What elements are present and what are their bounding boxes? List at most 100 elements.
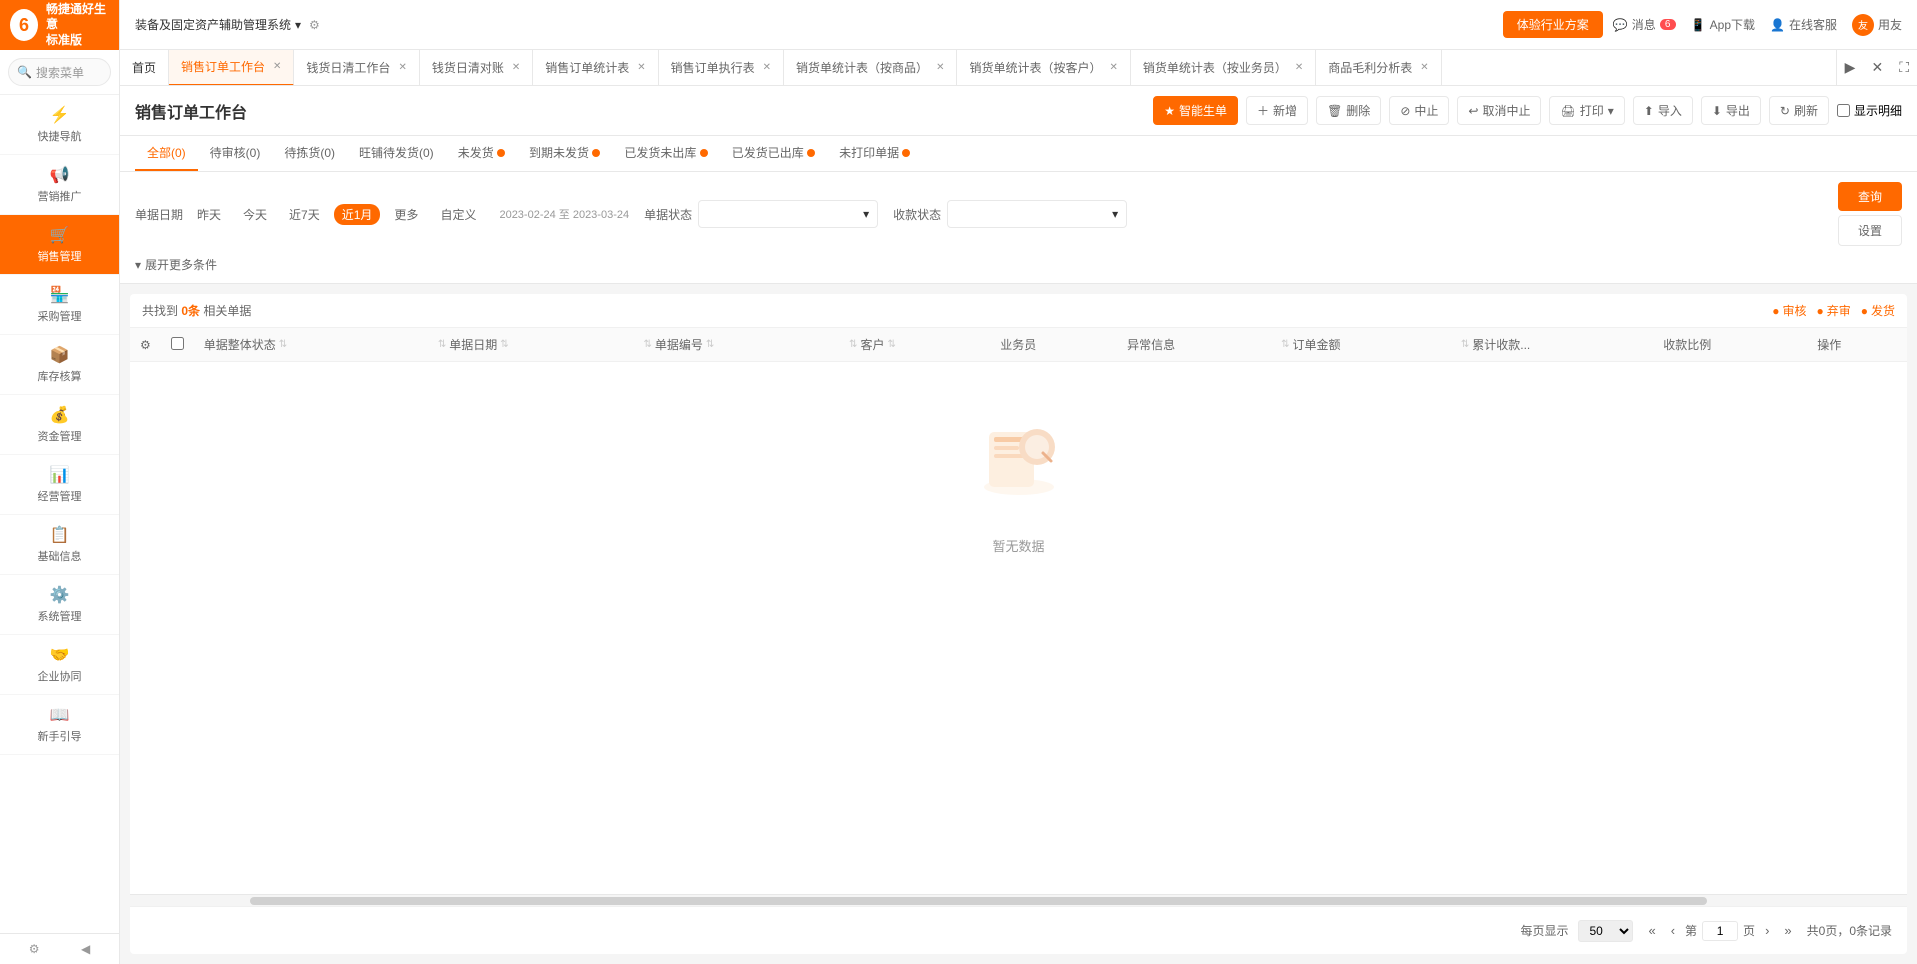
sidebar-item-basic-info[interactable]: 📋 基础信息 bbox=[0, 515, 119, 575]
tab-sales-summary-cust[interactable]: 销货单统计表（按客户） ✕ bbox=[957, 50, 1130, 86]
first-page-button[interactable]: « bbox=[1643, 921, 1660, 940]
status-select[interactable]: ▾ bbox=[698, 200, 878, 228]
sidebar-item-sales[interactable]: 🛒 销售管理 bbox=[0, 215, 119, 275]
sub-tab-shipped-out[interactable]: 已发货已出库 bbox=[720, 136, 827, 171]
tab-close-sales-exec[interactable]: ✕ bbox=[763, 62, 771, 73]
tab-sales-summary-prod[interactable]: 销货单统计表（按商品） ✕ bbox=[784, 50, 957, 86]
next-page-button[interactable]: › bbox=[1760, 921, 1774, 940]
refresh-button[interactable]: ↻ 刷新 bbox=[1769, 96, 1829, 125]
cancel-stop-button[interactable]: ↩ 取消中止 bbox=[1457, 96, 1541, 125]
sub-tab-pending-review[interactable]: 待审核(0) bbox=[198, 136, 273, 171]
sidebar-item-finance[interactable]: 💰 资金管理 bbox=[0, 395, 119, 455]
sidebar-footer: ⚙ ◀ bbox=[0, 933, 119, 964]
export-button[interactable]: ⬇ 导出 bbox=[1701, 96, 1761, 125]
sub-tab-pending-pickup[interactable]: 待拣货(0) bbox=[272, 136, 347, 171]
ship-action-button[interactable]: ● 发货 bbox=[1861, 302, 1895, 319]
date-btn-7days[interactable]: 近7天 bbox=[281, 204, 328, 225]
tab-close-sales-summary-cust[interactable]: ✕ bbox=[1109, 62, 1117, 73]
collapse-button[interactable]: ◀ bbox=[81, 942, 90, 956]
expand-filters-button[interactable]: ▾ 展开更多条件 bbox=[135, 256, 217, 273]
prev-page-button[interactable]: ‹ bbox=[1666, 921, 1680, 940]
sub-tab-unshipped[interactable]: 未发货 bbox=[446, 136, 517, 171]
tab-maximize-button[interactable]: ⛶ bbox=[1891, 50, 1917, 85]
operations-icon: 📊 bbox=[50, 465, 70, 485]
sidebar-item-quick-nav[interactable]: ⚡ 快捷导航 bbox=[0, 95, 119, 155]
sidebar-item-system[interactable]: ⚙️ 系统管理 bbox=[0, 575, 119, 635]
settings-button[interactable]: ⚙ bbox=[29, 942, 40, 956]
tab-close-cash-daily[interactable]: ✕ bbox=[398, 62, 406, 73]
horizontal-scrollbar[interactable] bbox=[130, 894, 1907, 906]
col-status-header[interactable]: 单据整体状态 ⇅ bbox=[194, 328, 428, 362]
sub-tab-wangpu-pending[interactable]: 旺铺待发货(0) bbox=[347, 136, 446, 171]
print-dropdown-icon: ▾ bbox=[1608, 104, 1614, 118]
unreviewed-action-button[interactable]: ● 弃审 bbox=[1816, 302, 1850, 319]
last-page-button[interactable]: » bbox=[1779, 921, 1796, 940]
tab-close-sales-stat[interactable]: ✕ bbox=[637, 62, 645, 73]
sub-tab-all[interactable]: 全部(0) bbox=[135, 136, 198, 171]
tab-cash-daily[interactable]: 钱货日清工作台 ✕ bbox=[294, 50, 419, 86]
tab-sales-stat[interactable]: 销售订单统计表 ✕ bbox=[533, 50, 658, 86]
add-button[interactable]: ＋ 新增 bbox=[1246, 96, 1308, 125]
sidebar-item-cooperation[interactable]: 🤝 企业协同 bbox=[0, 635, 119, 695]
payment-select[interactable]: ▾ bbox=[947, 200, 1127, 228]
col-check-header[interactable] bbox=[161, 328, 194, 362]
col-customer-header[interactable]: ⇅ 客户 ⇅ bbox=[839, 328, 990, 362]
select-all-checkbox[interactable] bbox=[171, 337, 184, 350]
sidebar-item-guide[interactable]: 📖 新手引导 bbox=[0, 695, 119, 755]
sidebar-item-operations[interactable]: 📊 经营管理 bbox=[0, 455, 119, 515]
sub-tab-overdue-unshipped[interactable]: 到期未发货 bbox=[517, 136, 612, 171]
sidebar-item-marketing[interactable]: 📢 营销推广 bbox=[0, 155, 119, 215]
app-download-button[interactable]: 📱 App下载 bbox=[1691, 16, 1755, 33]
tab-home[interactable]: 首页 bbox=[120, 50, 169, 86]
tab-close-sales-summary-prod[interactable]: ✕ bbox=[936, 62, 944, 73]
sidebar-item-inventory[interactable]: 📦 库存核算 bbox=[0, 335, 119, 395]
message-button[interactable]: 💬 消息 6 bbox=[1613, 16, 1676, 33]
col-amount-header[interactable]: ⇅ 订单金额 bbox=[1271, 328, 1451, 362]
settings-gear-icon[interactable]: ⚙ bbox=[309, 18, 320, 32]
col-settings-header[interactable]: ⚙ bbox=[130, 328, 161, 362]
display-detail-checkbox-area[interactable]: 显示明细 bbox=[1837, 102, 1902, 119]
sub-tab-shipped-not-out[interactable]: 已发货未出库 bbox=[612, 136, 719, 171]
solution-button[interactable]: 体验行业方案 bbox=[1503, 11, 1603, 38]
search-menu-button[interactable]: 🔍 搜索菜单 bbox=[8, 58, 111, 86]
tab-close-sales-workbench[interactable]: ✕ bbox=[273, 61, 281, 72]
tab-sales-exec[interactable]: 销售订单执行表 ✕ bbox=[659, 50, 784, 86]
export-icon: ⬇ bbox=[1712, 104, 1722, 118]
page-size-select[interactable]: 10 20 50 100 bbox=[1578, 920, 1633, 942]
print-icon: 🖨 bbox=[1560, 104, 1575, 118]
query-button[interactable]: 查询 bbox=[1838, 182, 1902, 211]
display-detail-checkbox[interactable] bbox=[1837, 104, 1850, 117]
smart-create-button[interactable]: ★ 智能生单 bbox=[1153, 96, 1238, 125]
filter-setting-button[interactable]: 设置 bbox=[1838, 215, 1902, 246]
page-number-input[interactable] bbox=[1702, 921, 1738, 941]
tab-close-sales-summary-staff[interactable]: ✕ bbox=[1295, 62, 1303, 73]
date-btn-yesterday[interactable]: 昨天 bbox=[189, 204, 229, 225]
delete-button[interactable]: 🗑 删除 bbox=[1316, 96, 1381, 125]
sidebar-item-purchase[interactable]: 🏪 采购管理 bbox=[0, 275, 119, 335]
tab-margin-analysis[interactable]: 商品毛利分析表 ✕ bbox=[1316, 50, 1441, 86]
user-menu-button[interactable]: 友 用友 bbox=[1852, 14, 1902, 36]
sidebar-search-area: 🔍 搜索菜单 bbox=[0, 50, 119, 95]
date-btn-more[interactable]: 更多 bbox=[386, 204, 426, 225]
tab-close-margin-analysis[interactable]: ✕ bbox=[1420, 62, 1428, 73]
scrollbar-thumb[interactable] bbox=[250, 897, 1707, 905]
tab-sales-workbench[interactable]: 销售订单工作台 ✕ bbox=[169, 50, 294, 86]
col-number-header[interactable]: ⇅ 单据编号 ⇅ bbox=[633, 328, 839, 362]
date-btn-today[interactable]: 今天 bbox=[235, 204, 275, 225]
review-action-button[interactable]: ● 审核 bbox=[1772, 302, 1806, 319]
system-title-dropdown[interactable]: 装备及固定资产辅助管理系统 ▾ bbox=[135, 16, 301, 33]
tab-cash-reconcile[interactable]: 钱货日清对账 ✕ bbox=[420, 50, 533, 86]
online-service-button[interactable]: 👤 在线客服 bbox=[1770, 16, 1837, 33]
print-button[interactable]: 🖨 打印 ▾ bbox=[1549, 96, 1624, 125]
import-button[interactable]: ⬆ 导入 bbox=[1633, 96, 1693, 125]
col-date-header[interactable]: ⇅ 单据日期 ⇅ bbox=[428, 328, 634, 362]
stop-button[interactable]: ⊘ 中止 bbox=[1389, 96, 1449, 125]
sub-tab-unprinted[interactable]: 未打印单据 bbox=[827, 136, 922, 171]
tab-close-cash-reconcile[interactable]: ✕ bbox=[512, 62, 520, 73]
tab-close-all-button[interactable]: ✕ bbox=[1863, 50, 1891, 85]
tab-sales-summary-staff[interactable]: 销货单统计表（按业务员） ✕ bbox=[1131, 50, 1316, 86]
col-collected-header[interactable]: ⇅ 累计收款... bbox=[1451, 328, 1653, 362]
tab-scroll-right-button[interactable]: ▶ bbox=[1837, 50, 1864, 85]
date-btn-1month[interactable]: 近1月 bbox=[334, 204, 381, 225]
date-btn-custom[interactable]: 自定义 bbox=[432, 204, 484, 225]
